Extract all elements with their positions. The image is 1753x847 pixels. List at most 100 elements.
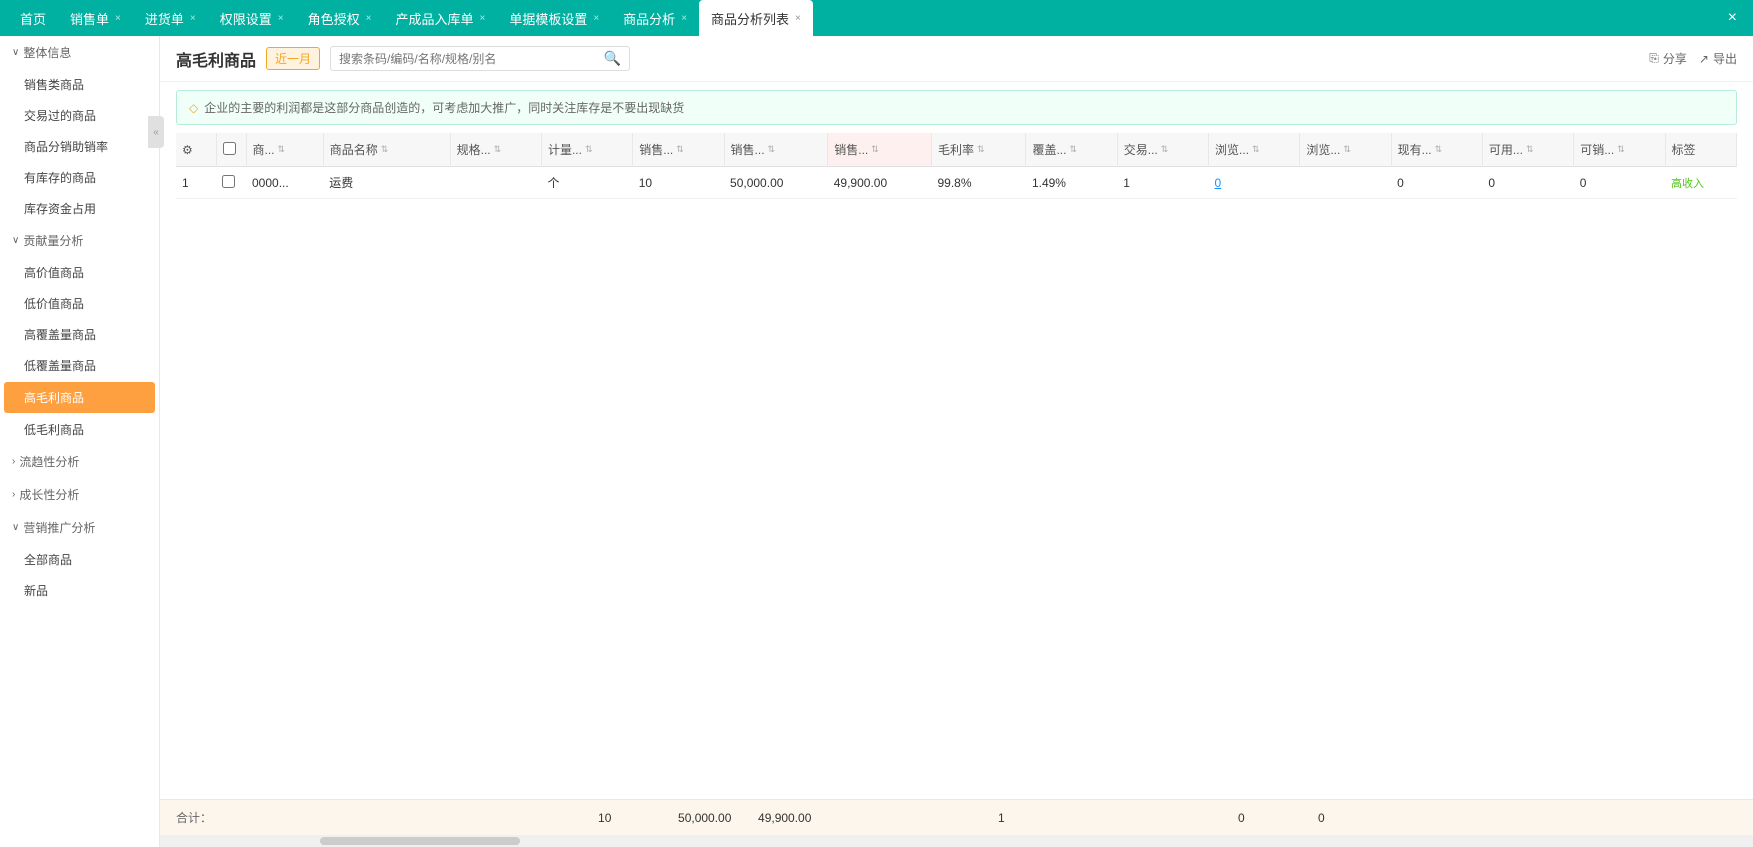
close-icon[interactable]: ×: [190, 13, 196, 24]
sidebar-group-growth[interactable]: › 成长性分析: [0, 478, 159, 511]
info-banner: ◇ 企业的主要的利润都是这部分商品创造的，可考虑加大推广，同时关注库存是不要出现…: [176, 90, 1737, 125]
total-label: 合计：: [176, 809, 212, 826]
sidebar-item-traded-goods[interactable]: 交易过的商品: [0, 100, 159, 131]
sidebar-item-low-value[interactable]: 低价值商品: [0, 288, 159, 319]
cell-sales-amount: 50,000.00: [724, 167, 828, 199]
sort-icon: ⇅: [1526, 144, 1534, 155]
nav-sales-order[interactable]: 销售单 ×: [58, 0, 133, 36]
footer-available-stock: 0: [1312, 811, 1392, 825]
col-name[interactable]: 商品名称 ⇅: [323, 133, 450, 167]
table-container[interactable]: ⚙ 商... ⇅ 商品名称: [160, 133, 1753, 799]
col-unit[interactable]: 计量... ⇅: [541, 133, 632, 167]
sort-icon: ⇅: [676, 144, 684, 155]
sort-icon: ⇅: [1252, 144, 1260, 155]
cell-name: 运费: [323, 167, 450, 199]
cell-tag: 高收入: [1665, 167, 1736, 199]
close-icon[interactable]: ×: [593, 13, 599, 24]
sidebar-item-stock-capital[interactable]: 库存资金占用: [0, 193, 159, 224]
nav-product-analysis-list[interactable]: 商品分析列表 ×: [699, 0, 813, 36]
sidebar-item-all-goods[interactable]: 全部商品: [0, 544, 159, 575]
col-checkbox[interactable]: [216, 133, 246, 167]
cell-available-stock: 0: [1482, 167, 1573, 199]
select-all-checkbox[interactable]: [223, 142, 236, 155]
sort-icon: ⇅: [768, 144, 776, 155]
table-row: 1 0000... 运费 个 10 50,000.00 49,900.00 99…: [176, 167, 1737, 199]
content-header: 高毛利商品 近一月 🔍 ⎘ 分享 ↗ 导出: [160, 36, 1753, 82]
close-icon[interactable]: ×: [278, 13, 284, 24]
sort-icon: ⇅: [585, 144, 593, 155]
sidebar-item-high-value[interactable]: 高价值商品: [0, 257, 159, 288]
sidebar-item-new-goods[interactable]: 新品: [0, 575, 159, 606]
sort-icon: ⇅: [1343, 144, 1351, 155]
close-icon[interactable]: ×: [795, 13, 801, 24]
col-saleable-stock[interactable]: 可销... ⇅: [1574, 133, 1665, 167]
nav-template-settings[interactable]: 单据模板设置 ×: [497, 0, 611, 36]
cell-view1[interactable]: 0: [1209, 167, 1300, 199]
close-icon[interactable]: ×: [479, 13, 485, 24]
content-area: 高毛利商品 近一月 🔍 ⎘ 分享 ↗ 导出 ◇ 企业的主要的利润都是这部分商品创…: [160, 36, 1753, 847]
horizontal-scrollbar[interactable]: [160, 835, 1753, 847]
col-spec[interactable]: 规格... ⇅: [450, 133, 541, 167]
sidebar-group-overall[interactable]: ∨ 整体信息: [0, 36, 159, 69]
col-current-stock[interactable]: 现有... ⇅: [1391, 133, 1482, 167]
col-sales-amount[interactable]: 销售... ⇅: [724, 133, 828, 167]
table-header-row: ⚙ 商... ⇅ 商品名称: [176, 133, 1737, 167]
cell-sales-profit: 49,900.00: [828, 167, 932, 199]
nav-purchase-order[interactable]: 进货单 ×: [133, 0, 208, 36]
col-code[interactable]: 商... ⇅: [246, 133, 323, 167]
sidebar-item-low-coverage[interactable]: 低覆盖量商品: [0, 350, 159, 381]
col-trade-count[interactable]: 交易... ⇅: [1117, 133, 1208, 167]
share-button[interactable]: ⎘ 分享: [1649, 50, 1687, 67]
search-box: 🔍: [330, 46, 630, 71]
col-settings[interactable]: ⚙: [176, 133, 216, 167]
col-sales-profit[interactable]: 销售... ⇅: [828, 133, 932, 167]
cell-trade-count: 1: [1117, 167, 1208, 199]
export-button[interactable]: ↗ 导出: [1699, 50, 1737, 67]
close-icon[interactable]: ×: [115, 13, 121, 24]
sort-icon: ⇅: [1617, 144, 1625, 155]
cell-saleable-stock: 0: [1574, 167, 1665, 199]
col-view1[interactable]: 浏览... ⇅: [1209, 133, 1300, 167]
sort-icon: ⇅: [977, 144, 985, 155]
close-icon[interactable]: ×: [366, 13, 372, 24]
scrollbar-thumb[interactable]: [320, 837, 520, 845]
sidebar-item-distribution-rate[interactable]: 商品分销助销率: [0, 131, 159, 162]
filter-recent-month-button[interactable]: 近一月: [266, 47, 320, 70]
sidebar: ∨ 整体信息 销售类商品 交易过的商品 商品分销助销率 有库存的商品 库存资金占…: [0, 36, 160, 847]
sidebar-item-high-margin[interactable]: 高毛利商品: [4, 382, 155, 413]
sort-icon: ⇅: [278, 144, 286, 155]
col-view2[interactable]: 浏览... ⇅: [1300, 133, 1391, 167]
nav-product-stock[interactable]: 产成品入库单 ×: [383, 0, 497, 36]
close-icon[interactable]: ×: [681, 13, 687, 24]
sidebar-group-marketing[interactable]: ∨ 营销推广分析: [0, 511, 159, 544]
main-layout: « ∨ 整体信息 销售类商品 交易过的商品 商品分销助销率 有库存的商品 库存资…: [0, 36, 1753, 847]
nav-product-analysis[interactable]: 商品分析 ×: [611, 0, 699, 36]
cell-gross-margin: 99.8%: [931, 167, 1025, 199]
sidebar-collapse-button[interactable]: «: [148, 116, 164, 148]
nav-home[interactable]: 首页: [8, 0, 58, 36]
col-available-stock[interactable]: 可用... ⇅: [1482, 133, 1573, 167]
sidebar-item-high-coverage[interactable]: 高覆盖量商品: [0, 319, 159, 350]
search-icon[interactable]: 🔍: [604, 50, 621, 67]
search-input[interactable]: [339, 52, 604, 66]
col-coverage[interactable]: 覆盖... ⇅: [1026, 133, 1117, 167]
cell-sales-qty: 10: [633, 167, 724, 199]
footer-spacer2: [1072, 811, 1232, 825]
page-title: 高毛利商品: [176, 47, 256, 71]
cell-checkbox[interactable]: [216, 167, 246, 199]
row-checkbox[interactable]: [222, 175, 235, 188]
sidebar-item-in-stock-goods[interactable]: 有库存的商品: [0, 162, 159, 193]
nav-permission-settings[interactable]: 权限设置 ×: [208, 0, 296, 36]
cell-current-stock: 0: [1391, 167, 1482, 199]
cell-spec: [450, 167, 541, 199]
chevron-right-icon: ›: [12, 489, 15, 500]
sidebar-group-trend[interactable]: › 流趋性分析: [0, 445, 159, 478]
col-gross-margin[interactable]: 毛利率 ⇅: [931, 133, 1025, 167]
sort-icon: ⇅: [1435, 144, 1443, 155]
col-sales-qty[interactable]: 销售... ⇅: [633, 133, 724, 167]
sidebar-item-sales-goods[interactable]: 销售类商品: [0, 69, 159, 100]
nav-close-all-button[interactable]: ×: [1720, 9, 1745, 27]
sidebar-group-contribution[interactable]: ∨ 贡献量分析: [0, 224, 159, 257]
sidebar-item-low-margin[interactable]: 低毛利商品: [0, 414, 159, 445]
nav-role-auth[interactable]: 角色授权 ×: [296, 0, 384, 36]
